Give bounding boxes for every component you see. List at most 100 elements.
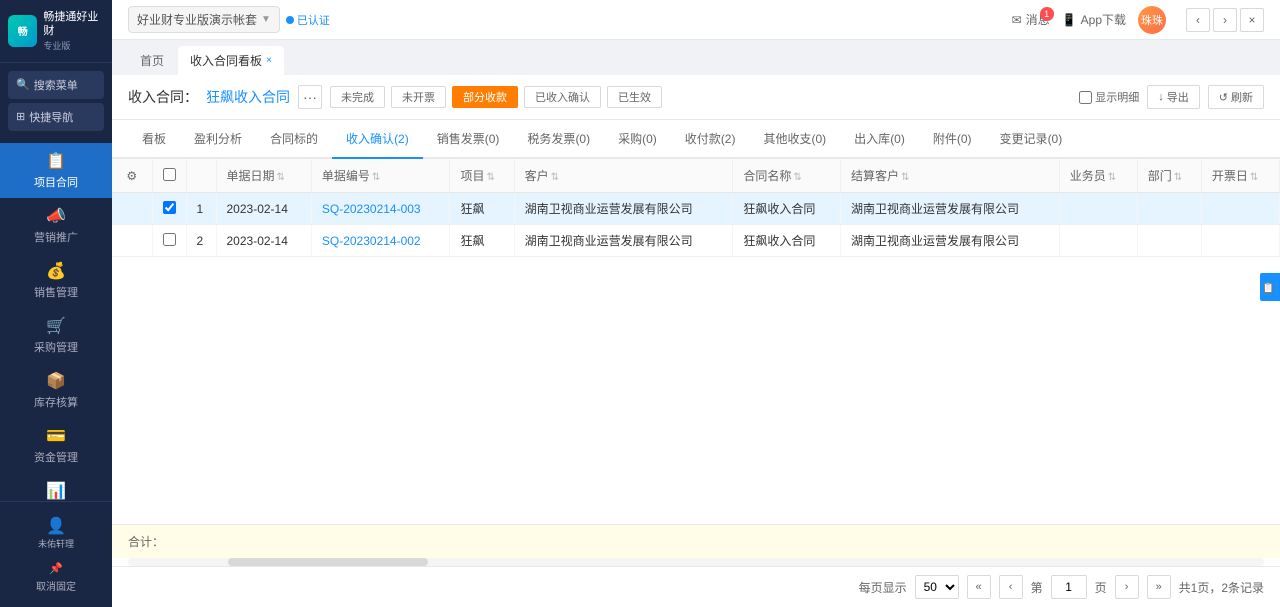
nav-close-button[interactable]: × [1240,8,1264,32]
pin-icon: 📌 [49,562,63,575]
status-group: 未完成 未开票 部分收款 已收入确认 已生效 [330,86,662,108]
export-icon: ↓ [1158,91,1164,103]
tab-attachments[interactable]: 附件(0) [919,120,986,157]
row-docno-2[interactable]: SQ-20230214-002 [311,225,450,257]
status-not-invoiced[interactable]: 未开票 [391,86,446,108]
row-checkbox-2[interactable] [152,225,186,257]
col-header-date[interactable]: 单据日期⇅ [216,159,311,193]
message-button[interactable]: ✉ 消息 1 [1012,11,1050,28]
search-menu-button[interactable]: 🔍 搜索菜单 [8,71,104,99]
message-icon: ✉ [1012,13,1022,27]
quick-nav-button[interactable]: ⊞ 快捷导航 [8,103,104,131]
row-customer-2: 湖南卫视商业运营发展有限公司 [514,225,733,257]
sidebar-item-marketing[interactable]: 📣 营销推广 [0,198,112,253]
tab-contract-std[interactable]: 合同标的 [256,120,332,157]
download-icon: 📱 [1062,13,1077,27]
row-docno-1[interactable]: SQ-20230214-003 [311,193,450,225]
company-selector[interactable]: 好业财专业版演示帐套 ▼ [128,6,280,33]
last-page-button[interactable]: » [1147,575,1171,599]
refresh-button[interactable]: ↺ 刷新 [1208,85,1264,109]
topbar: 好业财专业版演示帐套 ▼ 已认证 ✉ 消息 1 📱 App下载 珠珠 ‹ [112,0,1280,40]
status-confirmed[interactable]: 已收入确认 [524,86,601,108]
doc-link-1[interactable]: SQ-20230214-003 [322,202,421,216]
tab-income-confirm[interactable]: 收入确认(2) [332,120,423,157]
col-header-open-date[interactable]: 开票日⇅ [1201,159,1279,193]
tab-kanban[interactable]: 看板 [128,120,180,157]
tab-payment[interactable]: 收付款(2) [671,120,750,157]
col-header-project[interactable]: 项目⇅ [450,159,514,193]
select-all-checkbox[interactable] [163,168,176,181]
funds-icon: 💳 [46,426,66,446]
table-row[interactable]: 1 2023-02-14 SQ-20230214-003 狂飙 湖南卫视商业运营… [112,193,1280,225]
tab-other-income[interactable]: 其他收支(0) [749,120,840,157]
sidebar-item-purchase[interactable]: 🛒 采购管理 [0,308,112,363]
sidebar-unpin-button[interactable]: 📌 取消固定 [8,556,104,599]
verified-dot-icon [286,16,294,24]
sidebar-item-general-ledger[interactable]: 📊 总账管理 [0,473,112,502]
sidebar-item-inventory[interactable]: 📦 库存核算 [0,363,112,418]
row-contract-name-2: 狂飙收入合同 [733,225,841,257]
row-checkbox-1[interactable] [152,193,186,225]
sidebar-item-sales[interactable]: 💰 销售管理 [0,253,112,308]
sales-icon: 💰 [46,261,66,281]
col-header-checkbox[interactable] [152,159,186,193]
side-panel-button[interactable]: 📋 [1260,273,1280,301]
nav-tabs: 看板 盈利分析 合同标的 收入确认(2) 销售发票(0) 税务发票(0) 采购(… [112,120,1280,159]
sort-customer-icon: ⇅ [551,172,559,183]
col-header-customer[interactable]: 客户⇅ [514,159,733,193]
search-area: 🔍 搜索菜单 ⊞ 快捷导航 [0,63,112,139]
status-partial-collected[interactable]: 部分收款 [452,86,518,108]
prev-page-button[interactable]: ‹ [999,575,1023,599]
page-size-select[interactable]: 50 [915,575,959,599]
col-header-gear[interactable]: ⚙ [112,159,152,193]
data-table: ⚙ 单据日期⇅ 单据编号⇅ 项目⇅ 客户⇅ 合同名称⇅ 结算客户⇅ 业务员⇅ 部… [112,159,1280,257]
row-salesperson-2 [1059,225,1137,257]
col-header-dept[interactable]: 部门⇅ [1137,159,1201,193]
next-page-button[interactable]: › [1115,575,1139,599]
contract-actions: 显示明细 ↓ 导出 ↺ 刷新 [1079,85,1264,109]
sidebar-item-project[interactable]: 📋 项目合同 [0,143,112,198]
tab-tax-invoice[interactable]: 税务发票(0) [513,120,604,157]
main-area: 好业财专业版演示帐套 ▼ 已认证 ✉ 消息 1 📱 App下载 珠珠 ‹ [112,0,1280,607]
scrollbar-thumb[interactable] [228,558,428,566]
verified-badge: 已认证 [286,12,330,28]
export-button[interactable]: ↓ 导出 [1147,85,1200,109]
status-effective[interactable]: 已生效 [607,86,662,108]
tab-change-log[interactable]: 变更记录(0) [986,120,1077,157]
col-header-contract-name[interactable]: 合同名称⇅ [733,159,841,193]
col-header-salesperson[interactable]: 业务员⇅ [1059,159,1137,193]
nav-prev-button[interactable]: ‹ [1186,8,1210,32]
horizontal-scrollbar[interactable] [128,558,1264,566]
row-customer-1: 湖南卫视商业运营发展有限公司 [514,193,733,225]
sidebar-logo: 畅 畅捷通好业财 专业版 [0,0,112,63]
sidebar-footer-user[interactable]: 👤 未佑轩理 [8,510,104,556]
sidebar-item-funds[interactable]: 💳 资金管理 [0,418,112,473]
col-header-settlement[interactable]: 结算客户⇅ [841,159,1060,193]
tab-purchase[interactable]: 采购(0) [604,120,671,157]
table-container[interactable]: ⚙ 单据日期⇅ 单据编号⇅ 项目⇅ 客户⇅ 合同名称⇅ 结算客户⇅ 业务员⇅ 部… [112,159,1280,524]
row-project-2: 狂飙 [450,225,514,257]
page-number-input[interactable] [1051,575,1087,599]
user-avatar[interactable]: 珠珠 [1138,6,1166,34]
row-open-date-2 [1201,225,1279,257]
status-not-complete[interactable]: 未完成 [330,86,385,108]
more-options-button[interactable]: ··· [298,85,322,109]
app-download-button[interactable]: 📱 App下载 [1062,11,1126,28]
nav-next-button[interactable]: › [1213,8,1237,32]
grid-icon: ⊞ [16,110,25,123]
tab-sales-invoice[interactable]: 销售发票(0) [423,120,514,157]
tab-income-contract[interactable]: 收入合同看板 × [178,46,284,75]
tab-home[interactable]: 首页 [128,46,176,75]
col-header-docno[interactable]: 单据编号⇅ [311,159,450,193]
row-gear-1 [112,193,152,225]
table-row[interactable]: 2 2023-02-14 SQ-20230214-002 狂飙 湖南卫视商业运营… [112,225,1280,257]
app-logo-icon: 畅 [8,15,37,47]
tab-profit[interactable]: 盈利分析 [180,120,256,157]
first-page-button[interactable]: « [967,575,991,599]
sort-salesperson-icon: ⇅ [1108,172,1116,183]
doc-link-2[interactable]: SQ-20230214-002 [322,234,421,248]
show-detail-checkbox[interactable] [1079,91,1092,104]
tab-warehouse[interactable]: 出入库(0) [840,120,919,157]
message-count-badge: 1 [1040,7,1054,21]
tab-close-icon[interactable]: × [266,55,272,66]
